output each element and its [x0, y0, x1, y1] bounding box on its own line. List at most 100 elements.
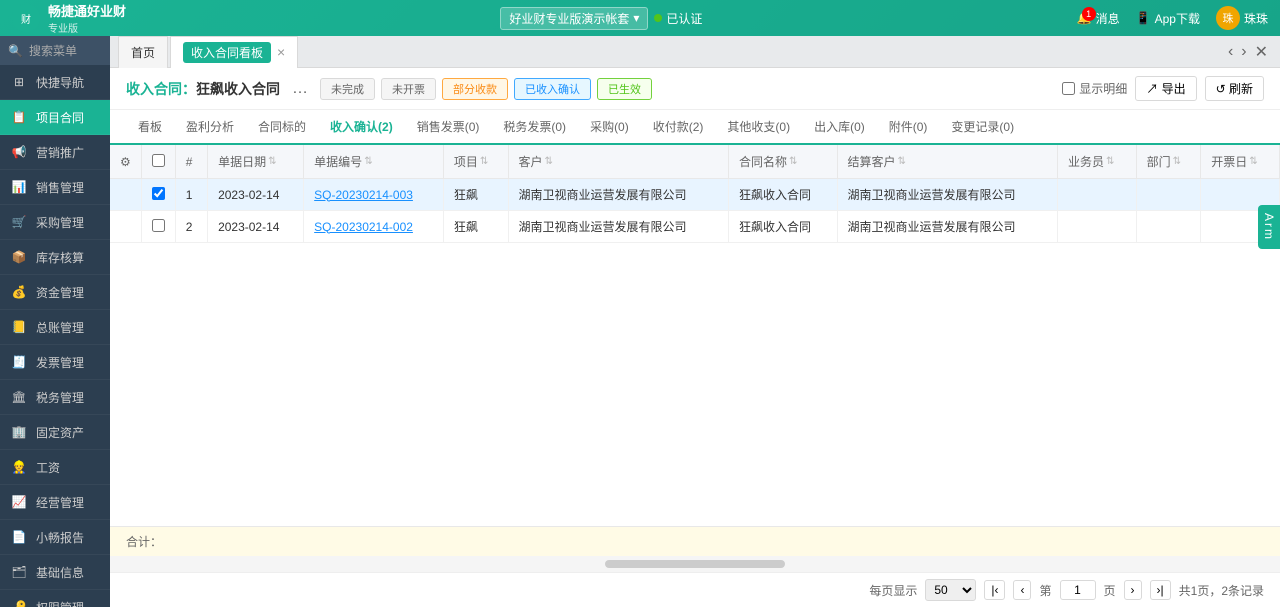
th-dept[interactable]: 部门⇅ [1136, 145, 1201, 179]
tab-active-label: 收入合同看板 [183, 42, 271, 63]
header-actions: 🔔 1 消息 📱 App下载 珠 珠珠 [1077, 6, 1268, 30]
app-logo-icon: 财 [12, 4, 40, 32]
sidebar-item-invoice[interactable]: 🧾 发票管理 [0, 345, 110, 380]
sub-tab-other-income[interactable]: 其他收支(0) [715, 110, 802, 145]
labor-icon: 👷 [10, 458, 28, 476]
th-checkbox [141, 145, 175, 179]
sort-icon: ⇅ [268, 156, 276, 167]
sub-tab-kanban[interactable]: 看板 [126, 110, 174, 145]
last-page-button[interactable]: ›| [1150, 580, 1171, 600]
more-options-button[interactable]: … [292, 80, 308, 98]
sub-tab-tax-invoice[interactable]: 税务发票(0) [491, 110, 578, 145]
sidebar-item-project[interactable]: 📋 项目合同 [0, 100, 110, 135]
table-row[interactable]: 1 2023-02-14 SQ-20230214-003 狂飙 湖南卫视商业运营… [110, 179, 1280, 211]
sidebar-item-ops[interactable]: 📈 经营管理 [0, 485, 110, 520]
sub-tab-payment[interactable]: 收付款(2) [641, 110, 716, 145]
total-info: 共1页，2条记录 [1179, 582, 1264, 599]
show-detail-checkbox[interactable]: 显示明细 [1062, 80, 1127, 97]
th-customer[interactable]: 客户⇅ [508, 145, 729, 179]
th-project[interactable]: 项目⇅ [443, 145, 508, 179]
sidebar-item-label: 资金管理 [36, 284, 84, 301]
row-checkbox[interactable] [152, 187, 165, 200]
scroll-thumb[interactable] [605, 560, 785, 568]
sub-tab-income-confirm[interactable]: 收入确认(2) [318, 110, 405, 145]
code-link[interactable]: SQ-20230214-003 [314, 188, 413, 202]
prev-page-button[interactable]: ‹ [1013, 580, 1031, 600]
td-date: 2023-02-14 [208, 211, 304, 243]
sort-icon: ⇅ [1249, 156, 1257, 167]
per-page-select[interactable]: 50 100 [925, 579, 976, 601]
tab-close-button[interactable]: × [277, 44, 285, 60]
page-number-input[interactable] [1060, 580, 1096, 600]
sidebar-item-quick-nav[interactable]: ⊞ 快捷导航 [0, 65, 110, 100]
sidebar-item-label: 项目合同 [36, 109, 84, 126]
messages-button[interactable]: 🔔 1 消息 [1077, 10, 1120, 27]
code-link[interactable]: SQ-20230214-002 [314, 220, 413, 234]
status-partial[interactable]: 部分收款 [442, 78, 508, 100]
sidebar-item-label: 小畅报告 [36, 529, 84, 546]
table-header-row: ⚙ # 单据日期⇅ 单据编号⇅ 项目⇅ 客户⇅ 合同名称⇅ 结算客户⇅ 业务员⇅ [110, 145, 1280, 179]
sub-tab-change-log[interactable]: 变更记录(0) [939, 110, 1026, 145]
refresh-button[interactable]: ↺ 刷新 [1205, 76, 1264, 101]
tab-income-contract[interactable]: 收入合同看板 × [170, 36, 298, 68]
certified-badge: 已认证 [654, 10, 702, 27]
tab-prev-button[interactable]: ‹ [1224, 41, 1237, 63]
td-settings[interactable] [110, 211, 141, 243]
sidebar-item-reports[interactable]: 📄 小畅报告 [0, 520, 110, 555]
search-menu[interactable]: 🔍 搜索菜单 [0, 36, 110, 65]
status-effective[interactable]: 已生效 [597, 78, 652, 100]
th-date[interactable]: 单据日期⇅ [208, 145, 304, 179]
row-checkbox[interactable] [152, 219, 165, 232]
sidebar-item-inventory[interactable]: 📦 库存核算 [0, 240, 110, 275]
right-float-action[interactable]: Arm [1258, 205, 1280, 249]
sub-tab-sales-invoice[interactable]: 销售发票(0) [405, 110, 492, 145]
th-code[interactable]: 单据编号⇅ [304, 145, 444, 179]
sort-icon: ⇅ [480, 156, 488, 167]
detail-checkbox[interactable] [1062, 82, 1075, 95]
tab-close-all-button[interactable]: ✕ [1251, 40, 1272, 64]
td-checkbox[interactable] [141, 179, 175, 211]
next-page-button[interactable]: › [1124, 580, 1142, 600]
tab-home[interactable]: 首页 [118, 36, 168, 68]
sidebar-item-purchase[interactable]: 🛒 采购管理 [0, 205, 110, 240]
td-code[interactable]: SQ-20230214-003 [304, 179, 444, 211]
sidebar-item-tax[interactable]: 🏛 税务管理 [0, 380, 110, 415]
company-selector[interactable]: 好业财专业版演示帐套 ▾ [500, 7, 648, 30]
sub-tab-in-out[interactable]: 出入库(0) [802, 110, 877, 145]
th-contract-name[interactable]: 合同名称⇅ [729, 145, 838, 179]
sidebar-item-base[interactable]: 🗂 基础信息 [0, 555, 110, 590]
status-confirmed[interactable]: 已收入确认 [514, 78, 591, 100]
td-checkbox[interactable] [141, 211, 175, 243]
export-button[interactable]: ↗ 导出 [1135, 76, 1196, 101]
status-uninvoiced[interactable]: 未开票 [381, 78, 436, 100]
sidebar-item-general[interactable]: 📒 总账管理 [0, 310, 110, 345]
sidebar-item-funds[interactable]: 💰 资金管理 [0, 275, 110, 310]
sidebar-item-labor[interactable]: 👷 工资 [0, 450, 110, 485]
status-incomplete[interactable]: 未完成 [320, 78, 375, 100]
sidebar-item-sales[interactable]: 📊 销售管理 [0, 170, 110, 205]
th-settle-customer[interactable]: 结算客户⇅ [837, 145, 1058, 179]
sidebar-item-marketing[interactable]: 📢 营销推广 [0, 135, 110, 170]
sub-tab-profit[interactable]: 盈利分析 [174, 110, 246, 145]
tab-next-button[interactable]: › [1237, 41, 1250, 63]
table-row[interactable]: 2 2023-02-14 SQ-20230214-002 狂飙 湖南卫视商业运营… [110, 211, 1280, 243]
td-code[interactable]: SQ-20230214-002 [304, 211, 444, 243]
select-all-checkbox[interactable] [152, 154, 165, 167]
data-table: ⚙ # 单据日期⇅ 单据编号⇅ 项目⇅ 客户⇅ 合同名称⇅ 结算客户⇅ 业务员⇅ [110, 145, 1280, 243]
th-salesperson[interactable]: 业务员⇅ [1058, 145, 1137, 179]
sort-icon: ⇅ [1173, 156, 1181, 167]
td-settings[interactable] [110, 179, 141, 211]
sub-tab-purchase[interactable]: 采购(0) [578, 110, 641, 145]
more-icon: 🔑 [10, 598, 28, 607]
user-avatar[interactable]: 珠 珠珠 [1216, 6, 1268, 30]
sort-icon: ⇅ [1106, 156, 1114, 167]
sub-tab-attachment[interactable]: 附件(0) [877, 110, 940, 145]
th-settings[interactable]: ⚙ [110, 145, 141, 179]
app-download-button[interactable]: 📱 App下载 [1136, 10, 1200, 27]
sub-tab-contract-std[interactable]: 合同标的 [246, 110, 318, 145]
horizontal-scroll-bar[interactable] [110, 556, 1280, 572]
first-page-button[interactable]: |‹ [984, 580, 1005, 600]
th-bill-date[interactable]: 开票日⇅ [1201, 145, 1280, 179]
sidebar-item-more[interactable]: 🔑 权限管理 [0, 590, 110, 607]
sidebar-item-fixed[interactable]: 🏢 固定资产 [0, 415, 110, 450]
